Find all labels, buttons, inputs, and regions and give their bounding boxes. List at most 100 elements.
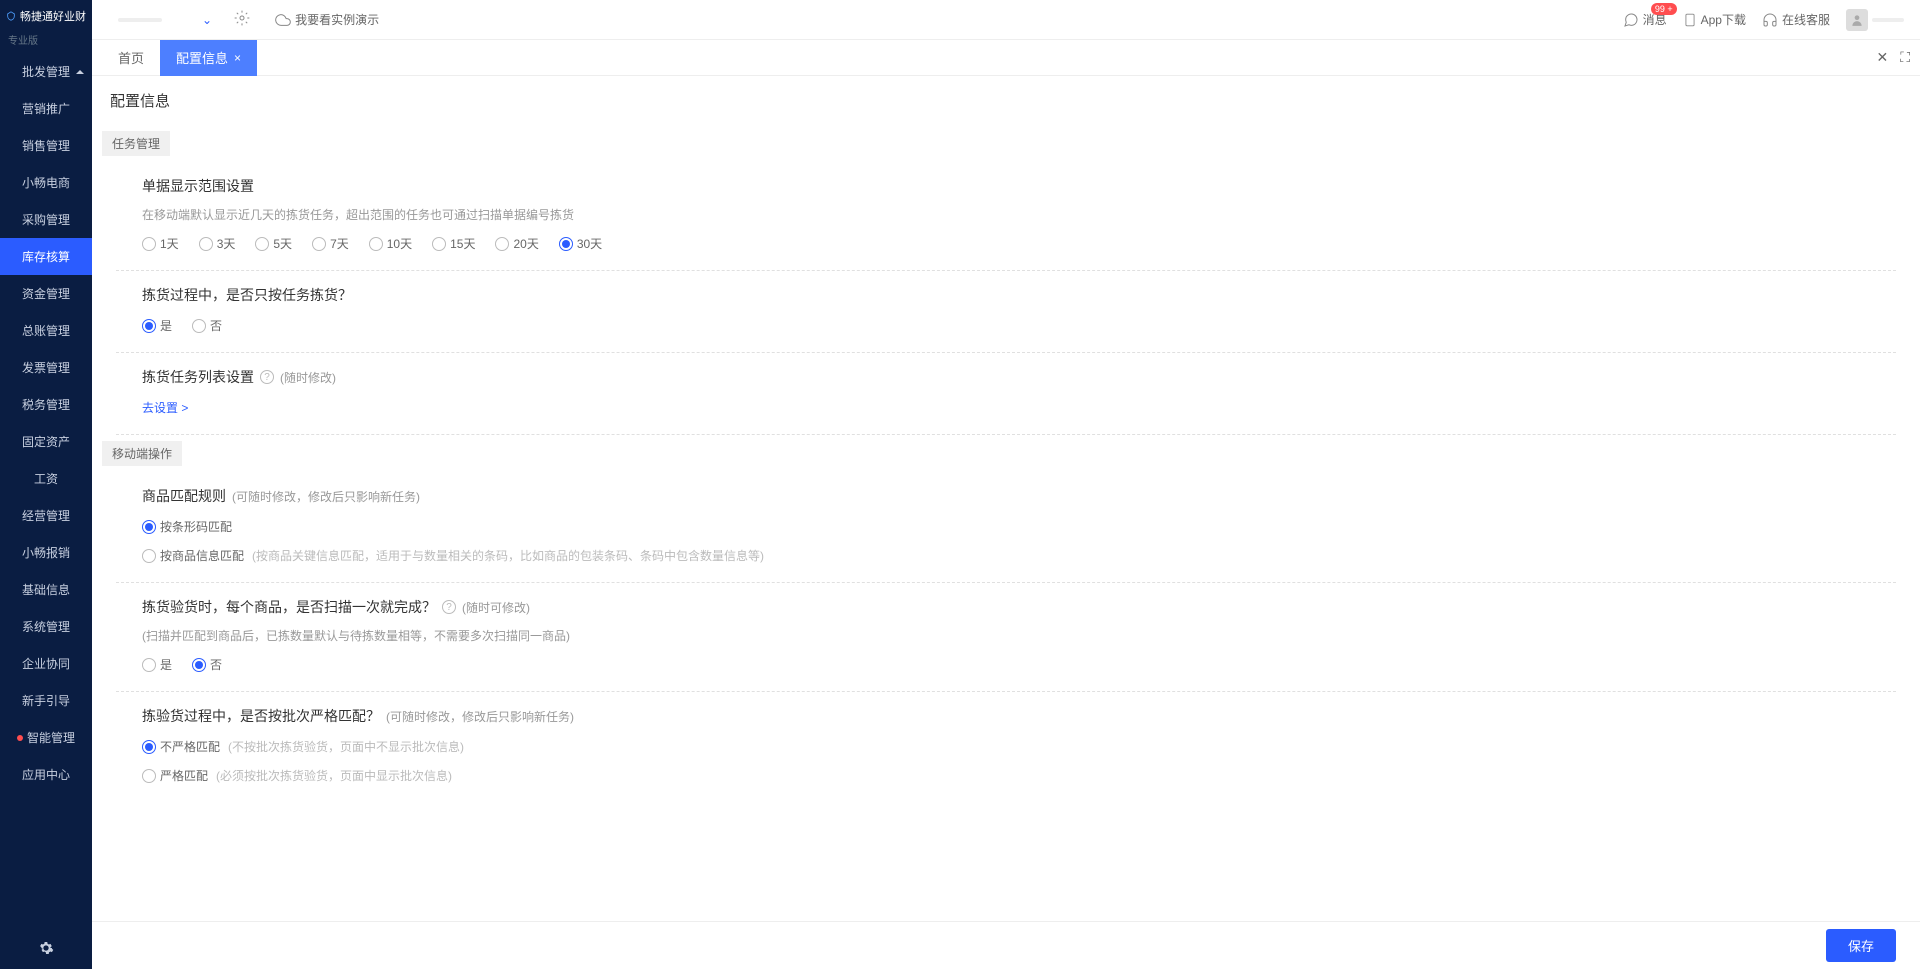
sidebar-item-label: 应用中心 <box>22 766 70 783</box>
sidebar-item-label: 基础信息 <box>22 581 70 598</box>
chevron-down-icon: ⌄ <box>202 13 212 27</box>
radio-icon <box>142 237 156 251</box>
setting-task-only: 拣货过程中，是否只按任务拣货？ 是否 <box>116 271 1896 353</box>
radio-not-strict[interactable]: 不严格匹配 (不按批次拣货验货，页面中不显示批次信息) <box>142 738 464 755</box>
sidebar-item-label: 税务管理 <box>22 396 70 413</box>
radio-strict[interactable]: 严格匹配 (必须按批次拣货验货，页面中显示批次信息) <box>142 767 452 784</box>
sidebar-item-label: 系统管理 <box>22 618 70 635</box>
sidebar-item-10[interactable]: 固定资产 <box>0 423 92 460</box>
sidebar-item-4[interactable]: 采购管理 <box>0 201 92 238</box>
setting-title: 拣货验货时，每个商品，是否扫描一次就完成？ ? (随时可修改) <box>142 597 1870 617</box>
info-icon[interactable]: ? <box>442 600 456 614</box>
radio-icon <box>142 658 156 672</box>
go-settings-link[interactable]: 去设置 > <box>142 399 188 416</box>
sidebar-item-2[interactable]: 销售管理 <box>0 127 92 164</box>
sidebar-item-16[interactable]: 企业协同 <box>0 645 92 682</box>
sidebar-item-label: 发票管理 <box>22 359 70 376</box>
tab-config[interactable]: 配置信息 × <box>160 40 257 76</box>
radio-option[interactable]: 5天 <box>255 235 292 252</box>
sidebar-item-13[interactable]: 小畅报销 <box>0 534 92 571</box>
radio-option[interactable]: 1天 <box>142 235 179 252</box>
sidebar-item-label: 采购管理 <box>22 211 70 228</box>
sidebar-settings-icon[interactable] <box>0 930 92 969</box>
radio-icon <box>192 658 206 672</box>
sidebar-item-label: 小畅报销 <box>22 544 70 561</box>
info-icon[interactable]: ? <box>260 370 274 384</box>
radio-option[interactable]: 是 <box>142 317 172 334</box>
sidebar-item-17[interactable]: 新手引导 <box>0 682 92 719</box>
close-all-icon[interactable]: ✕ <box>1876 49 1888 66</box>
messages-button[interactable]: 消息 99 + <box>1623 11 1667 28</box>
sidebar-item-5[interactable]: 库存核算 <box>0 238 92 275</box>
sidebar-item-11[interactable]: 工资 <box>0 460 92 497</box>
sidebar-item-label: 资金管理 <box>22 285 70 302</box>
org-selector[interactable]: ⌄ <box>108 9 222 31</box>
radio-label: 1天 <box>160 235 179 252</box>
radio-option[interactable]: 否 <box>192 317 222 334</box>
sidebar: 畅捷通好业财 专业版 批发管理营销推广销售管理小畅电商采购管理库存核算资金管理总… <box>0 0 92 969</box>
sidebar-item-label: 新手引导 <box>22 692 70 709</box>
sidebar-item-9[interactable]: 税务管理 <box>0 386 92 423</box>
radio-icon <box>199 237 213 251</box>
setting-task-list: 拣货任务列表设置 ? (随时修改) 去设置 > <box>116 353 1896 435</box>
setting-title: 拣货任务列表设置 ? (随时修改) <box>142 367 1870 387</box>
sidebar-item-19[interactable]: 应用中心 <box>0 756 92 793</box>
close-icon[interactable]: × <box>234 51 241 65</box>
avatar-icon <box>1846 9 1868 31</box>
top-header: ⌄ 我要看实例演示 消息 99 + App下载 <box>92 0 1920 40</box>
sidebar-item-3[interactable]: 小畅电商 <box>0 164 92 201</box>
radio-icon <box>312 237 326 251</box>
radio-group: 按商品信息匹配 (按商品关键信息匹配，适用于与数量相关的条码，比如商品的包装条码… <box>142 547 1870 564</box>
radio-option[interactable]: 3天 <box>199 235 236 252</box>
settings-icon[interactable] <box>234 10 250 29</box>
demo-label: 我要看实例演示 <box>295 11 379 28</box>
radio-label: 5天 <box>273 235 292 252</box>
radio-option[interactable]: 20天 <box>495 235 538 252</box>
setting-display-range: 单据显示范围设置 在移动端默认显示近几天的拣货任务，超出范围的任务也可通过扫描单… <box>116 162 1896 271</box>
radio-icon <box>142 520 156 534</box>
app-download-button[interactable]: App下载 <box>1683 11 1746 28</box>
radio-icon <box>142 740 156 754</box>
tab-home[interactable]: 首页 <box>102 40 160 76</box>
sidebar-item-18[interactable]: 智能管理 <box>0 719 92 756</box>
radio-icon <box>142 769 156 783</box>
radio-option[interactable]: 7天 <box>312 235 349 252</box>
org-name <box>118 18 162 22</box>
sidebar-item-15[interactable]: 系统管理 <box>0 608 92 645</box>
sidebar-item-label: 营销推广 <box>22 100 70 117</box>
radio-barcode-match[interactable]: 按条形码匹配 <box>142 518 232 535</box>
sidebar-item-7[interactable]: 总账管理 <box>0 312 92 349</box>
tab-label: 首页 <box>118 48 144 67</box>
radio-option[interactable]: 否 <box>192 656 222 673</box>
sidebar-item-14[interactable]: 基础信息 <box>0 571 92 608</box>
sidebar-item-6[interactable]: 资金管理 <box>0 275 92 312</box>
message-icon <box>1623 12 1639 28</box>
radio-group-yesno: 是否 <box>142 317 1870 334</box>
radio-option[interactable]: 15天 <box>432 235 475 252</box>
radio-label: 7天 <box>330 235 349 252</box>
sidebar-item-label: 智能管理 <box>27 729 75 746</box>
save-button[interactable]: 保存 <box>1826 929 1896 962</box>
headset-icon <box>1762 12 1778 28</box>
sidebar-item-label: 库存核算 <box>22 248 70 265</box>
radio-option[interactable]: 是 <box>142 656 172 673</box>
fullscreen-icon[interactable]: ⛶ <box>1900 49 1910 66</box>
user-menu[interactable] <box>1846 9 1904 31</box>
sidebar-item-1[interactable]: 营销推广 <box>0 90 92 127</box>
radio-option[interactable]: 10天 <box>369 235 412 252</box>
radio-option[interactable]: 30天 <box>559 235 602 252</box>
radio-info-match[interactable]: 按商品信息匹配 (按商品关键信息匹配，适用于与数量相关的条码，比如商品的包装条码… <box>142 547 764 564</box>
setting-title: 单据显示范围设置 <box>142 176 1870 196</box>
radio-label: 10天 <box>387 235 412 252</box>
sidebar-item-8[interactable]: 发票管理 <box>0 349 92 386</box>
sidebar-item-12[interactable]: 经营管理 <box>0 497 92 534</box>
logo: 畅捷通好业财 <box>0 0 92 32</box>
demo-link[interactable]: 我要看实例演示 <box>275 11 379 28</box>
radio-label: 否 <box>210 656 222 673</box>
radio-label: 20天 <box>513 235 538 252</box>
sidebar-item-0[interactable]: 批发管理 <box>0 53 92 90</box>
radio-icon <box>369 237 383 251</box>
radio-icon <box>192 319 206 333</box>
customer-service-button[interactable]: 在线客服 <box>1762 11 1830 28</box>
tab-label: 配置信息 <box>176 48 228 67</box>
